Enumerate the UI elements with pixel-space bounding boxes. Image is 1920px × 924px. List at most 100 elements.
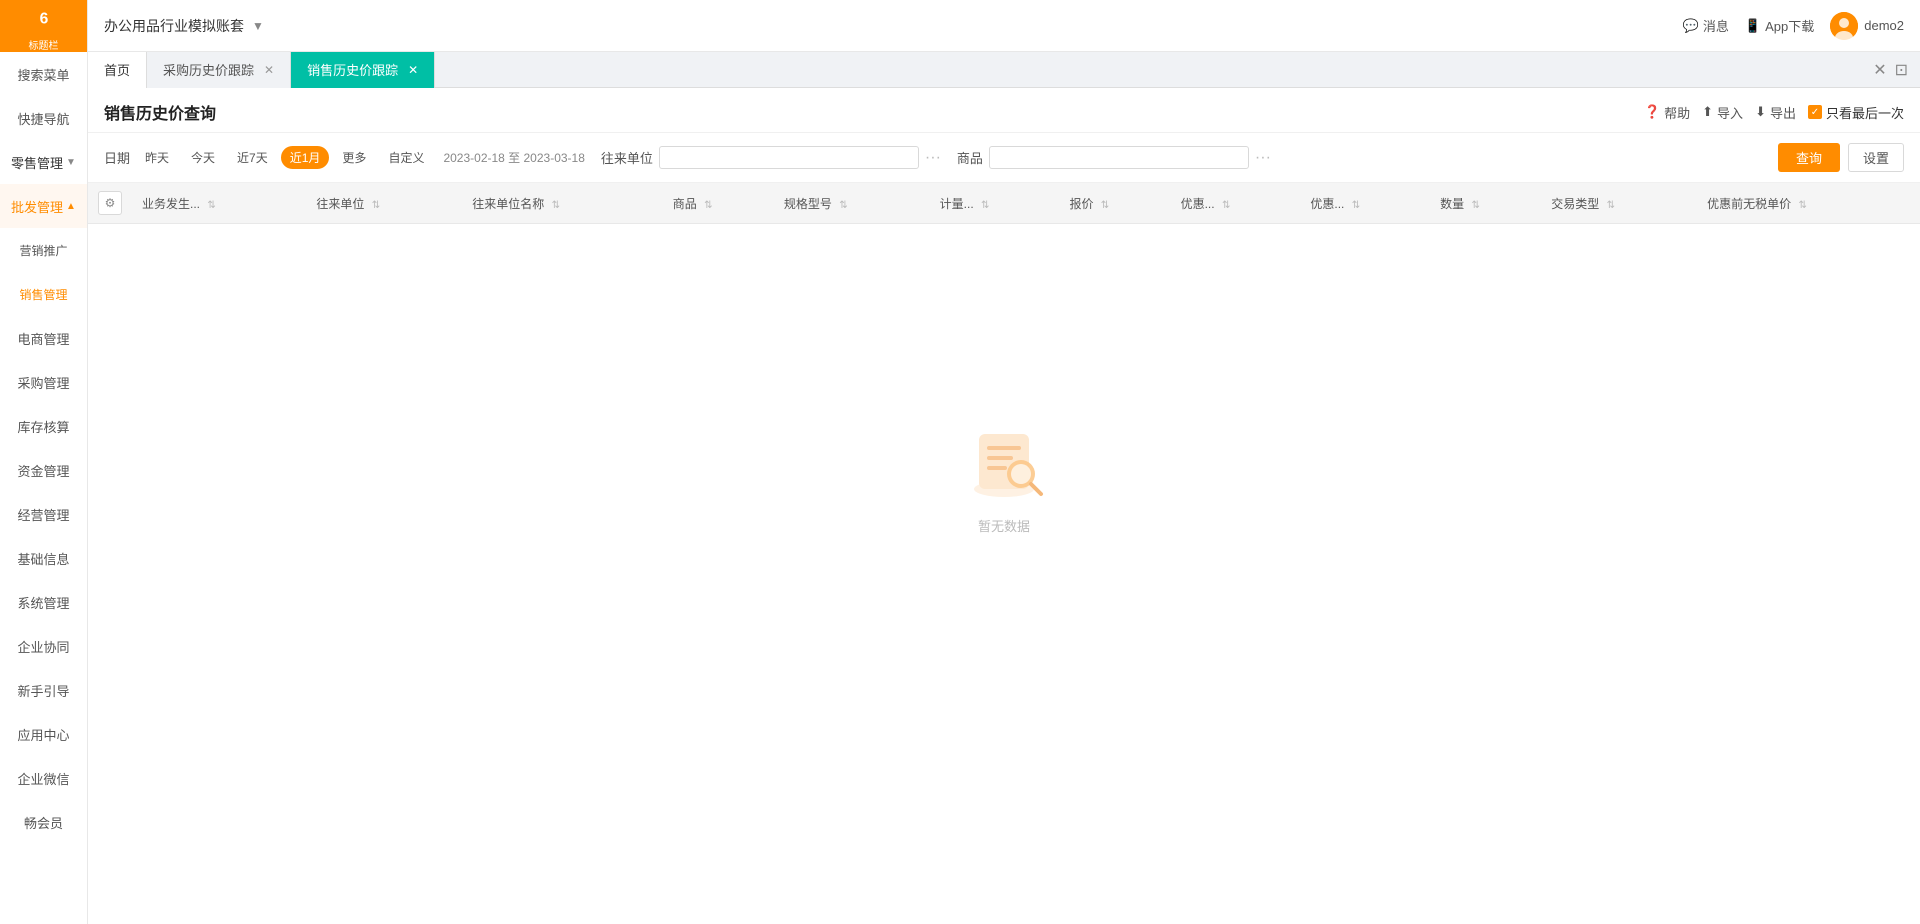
tab-home[interactable]: 首页 <box>88 52 147 88</box>
partner-input-wrap: ··· <box>659 146 941 169</box>
message-icon: 💬 <box>1683 18 1699 34</box>
tab-close-icon[interactable]: ✕ <box>264 63 274 77</box>
chevron-down-icon: ▼ <box>66 157 76 168</box>
tab-close-icon[interactable]: ✕ <box>408 63 418 77</box>
table-header-row: ⚙ 业务发生... ⇅ 往来单位 ⇅ 往来单位名称 <box>88 183 1920 224</box>
sidebar-item-label: 采购管理 <box>17 373 69 392</box>
user-avatar-button[interactable]: demo2 <box>1830 12 1904 40</box>
topbar-left: 办公用品行业模拟账套 ▼ <box>104 16 264 36</box>
sort-icon: ⇅ <box>704 200 712 211</box>
sidebar-item-operations[interactable]: 经营管理 <box>0 492 88 536</box>
th-label: 报价 <box>1069 197 1093 211</box>
app-download-button[interactable]: 📱 App下载 <box>1745 16 1814 35</box>
app-logo[interactable]: 6 标题栏 <box>0 0 88 52</box>
import-button[interactable]: ⬆ 导入 <box>1702 103 1743 122</box>
th-discount2[interactable]: 优惠... ⇅ <box>1300 183 1430 224</box>
th-discount1[interactable]: 优惠... ⇅ <box>1171 183 1301 224</box>
sidebar-item-system[interactable]: 系统管理 <box>0 580 88 624</box>
import-icon: ⬆ <box>1702 104 1713 120</box>
sidebar-item-basic-info[interactable]: 基础信息 <box>0 536 88 580</box>
th-goods[interactable]: 商品 ⇅ <box>663 183 774 224</box>
sort-icon: ⇅ <box>1798 200 1806 211</box>
sort-icon: ⇅ <box>1471 200 1479 211</box>
date-btn-today[interactable]: 今天 <box>182 146 224 169</box>
help-label: 帮助 <box>1664 103 1690 122</box>
page-header-actions: ❓ 帮助 ⬆ 导入 ⬇ 导出 ✓ 只看最后一次 <box>1644 103 1904 122</box>
goods-dots[interactable]: ··· <box>1255 149 1271 167</box>
goods-input-wrap: ··· <box>989 146 1271 169</box>
th-label: 数量 <box>1440 197 1464 211</box>
avatar <box>1830 12 1858 40</box>
date-btn-custom[interactable]: 自定义 <box>379 146 433 169</box>
logo-icon: 6 <box>26 0 62 35</box>
th-trade-type[interactable]: 交易类型 ⇅ <box>1541 183 1697 224</box>
th-partner-name[interactable]: 往来单位名称 ⇅ <box>462 183 662 224</box>
logo-text: 标题栏 <box>29 37 59 52</box>
sidebar-item-wechat[interactable]: 企业微信 <box>0 756 88 800</box>
th-label: 往来单位 <box>316 197 364 211</box>
sidebar-item-sales-mgmt[interactable]: 销售管理 <box>0 272 88 316</box>
th-biz-date[interactable]: 业务发生... ⇅ <box>132 183 306 224</box>
th-label: 往来单位名称 <box>472 197 544 211</box>
message-label: 消息 <box>1703 16 1729 35</box>
sidebar-item-label: 新手引导 <box>17 681 69 700</box>
th-spec[interactable]: 规格型号 ⇅ <box>774 183 930 224</box>
date-btn-yesterday[interactable]: 昨天 <box>136 146 178 169</box>
tab-sales[interactable]: 销售历史价跟踪 ✕ <box>291 52 435 88</box>
sidebar-sub-wholesale: 营销推广 销售管理 <box>0 228 88 316</box>
date-btn-7days[interactable]: 近7天 <box>228 146 277 169</box>
sidebar-item-purchase-mgmt[interactable]: 采购管理 <box>0 360 88 404</box>
sort-icon: ⇅ <box>552 200 560 211</box>
th-partner-code[interactable]: 往来单位 ⇅ <box>306 183 462 224</box>
sidebar-item-shortcut[interactable]: 快捷导航 <box>0 96 88 140</box>
sidebar-item-label: 库存核算 <box>17 417 69 436</box>
page-title: 销售历史价查询 <box>104 100 216 124</box>
sidebar-item-finance[interactable]: 资金管理 <box>0 448 88 492</box>
th-pre-tax-price[interactable]: 优惠前无税单价 ⇅ <box>1697 183 1920 224</box>
sidebar-item-retail[interactable]: 零售管理 ▼ <box>0 140 88 184</box>
export-label: 导出 <box>1770 103 1796 122</box>
topbar-dropdown-icon[interactable]: ▼ <box>252 19 264 33</box>
show-last-once-checkbox[interactable]: ✓ 只看最后一次 <box>1808 103 1904 122</box>
export-icon: ⬇ <box>1755 104 1766 120</box>
maximize-icon[interactable]: ⊡ <box>1895 60 1908 80</box>
th-label: 业务发生... <box>142 197 200 211</box>
sidebar-item-guide[interactable]: 新手引导 <box>0 668 88 712</box>
main-content: 办公用品行业模拟账套 ▼ 💬 消息 📱 App下载 de <box>88 0 1920 924</box>
help-button[interactable]: ❓ 帮助 <box>1644 103 1690 122</box>
th-qty[interactable]: 数量 ⇅ <box>1430 183 1541 224</box>
sidebar-item-label: 快捷导航 <box>17 109 69 128</box>
empty-state: 暂无数据 <box>88 224 1920 724</box>
page: 销售历史价查询 ❓ 帮助 ⬆ 导入 ⬇ 导出 ✓ <box>88 88 1920 924</box>
th-unit[interactable]: 计量... ⇅ <box>930 183 1060 224</box>
message-button[interactable]: 💬 消息 <box>1683 16 1729 35</box>
table-wrap: ⚙ 业务发生... ⇅ 往来单位 ⇅ 往来单位名称 <box>88 183 1920 924</box>
download-icon: 📱 <box>1745 18 1761 34</box>
sidebar-item-wholesale[interactable]: 批发管理 ▲ <box>0 184 88 228</box>
sidebar-item-apps[interactable]: 应用中心 <box>0 712 88 756</box>
partner-input[interactable] <box>659 146 919 169</box>
empty-text: 暂无数据 <box>978 516 1030 535</box>
tab-purchase[interactable]: 采购历史价跟踪 ✕ <box>147 52 291 88</box>
settings-button[interactable]: 设置 <box>1848 143 1904 172</box>
sidebar-item-inventory[interactable]: 库存核算 <box>0 404 88 448</box>
filter-bar: 日期 昨天 今天 近7天 近1月 更多 自定义 2023-02-18 至 202… <box>88 133 1920 183</box>
topbar: 办公用品行业模拟账套 ▼ 💬 消息 📱 App下载 de <box>88 0 1920 52</box>
export-button[interactable]: ⬇ 导出 <box>1755 103 1796 122</box>
sidebar-item-enterprise[interactable]: 企业协同 <box>0 624 88 668</box>
date-btn-1month[interactable]: 近1月 <box>281 146 330 169</box>
sidebar-item-marketing[interactable]: 营销推广 <box>0 228 88 272</box>
sidebar-item-ecommerce[interactable]: 电商管理 <box>0 316 88 360</box>
goods-input[interactable] <box>989 146 1249 169</box>
th-settings[interactable]: ⚙ <box>88 183 132 224</box>
close-window-icon[interactable]: ✕ <box>1873 60 1886 80</box>
sidebar-item-label: 销售管理 <box>19 286 67 303</box>
sidebar-item-search[interactable]: 搜索菜单 <box>0 52 88 96</box>
th-quote-price[interactable]: 报价 ⇅ <box>1059 183 1170 224</box>
partner-label: 往来单位 <box>601 148 653 167</box>
partner-dots[interactable]: ··· <box>925 149 941 167</box>
gear-icon-btn[interactable]: ⚙ <box>98 191 122 215</box>
query-button[interactable]: 查询 <box>1778 143 1840 172</box>
sidebar-item-member[interactable]: 畅会员 <box>0 800 88 844</box>
date-btn-more[interactable]: 更多 <box>333 146 375 169</box>
